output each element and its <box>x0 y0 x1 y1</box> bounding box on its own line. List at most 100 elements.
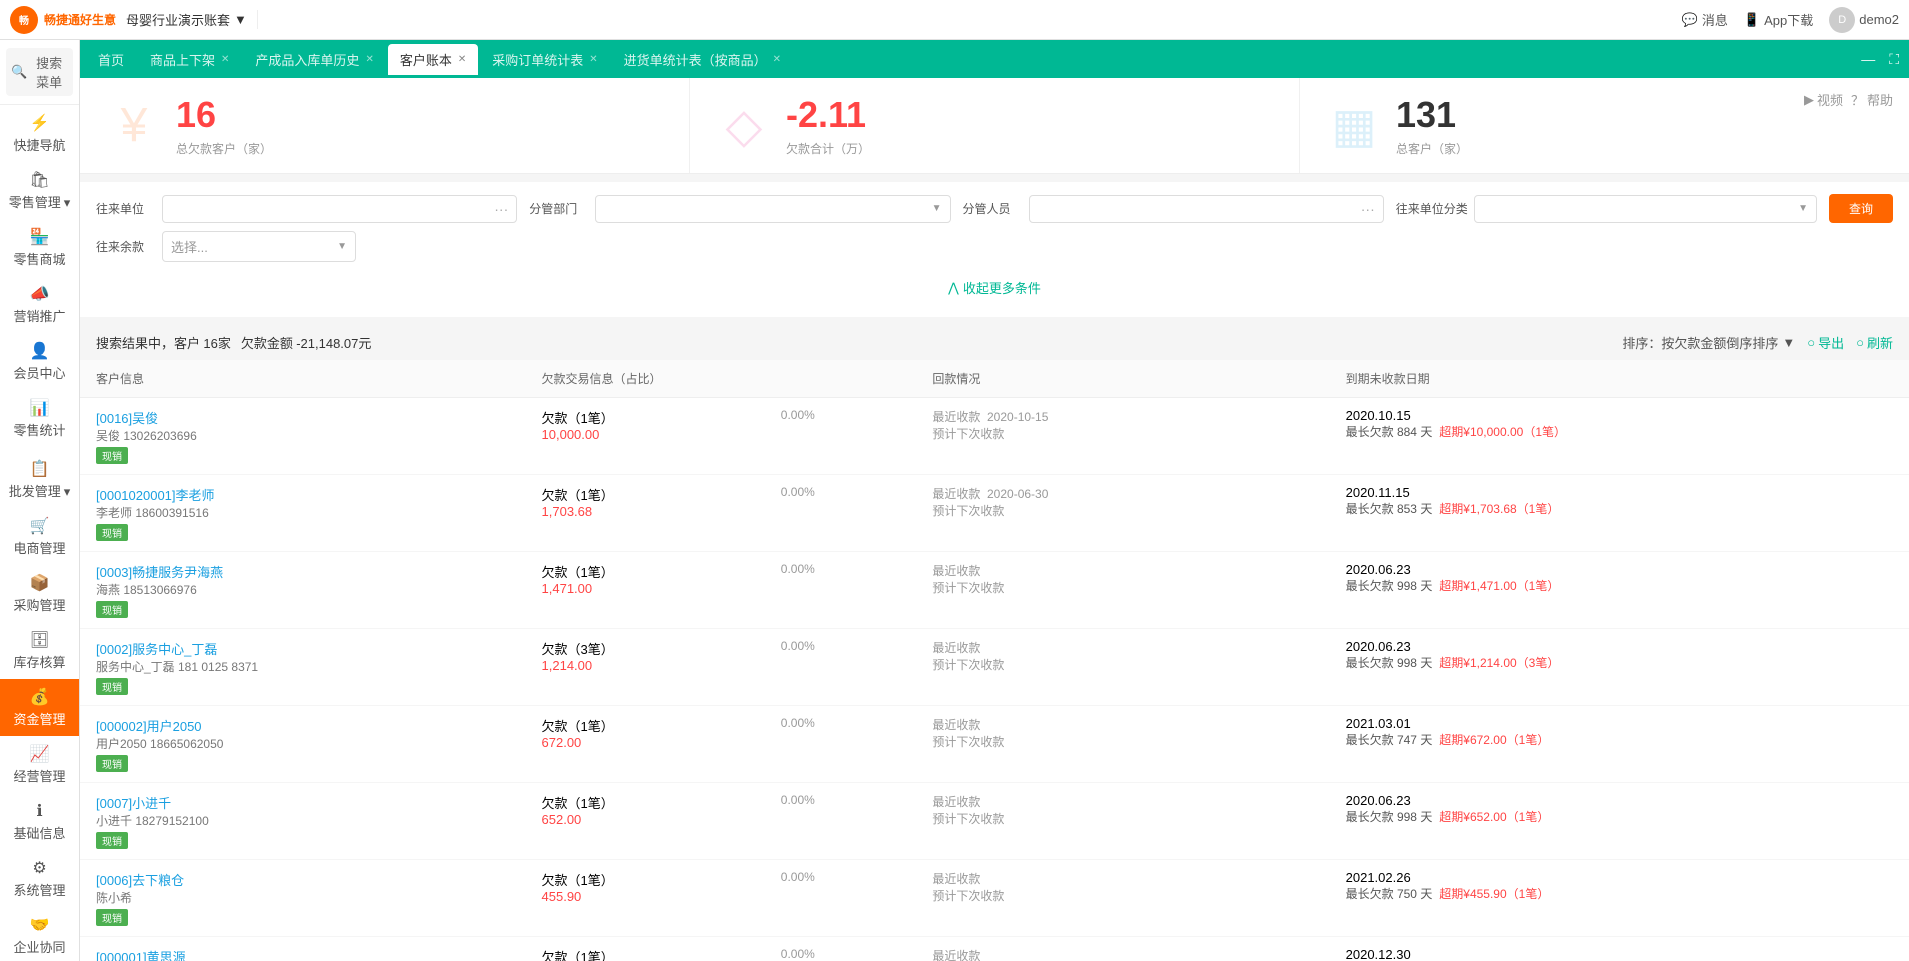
stat-label-owed-total: 欠款合计（万） <box>786 140 870 157</box>
due-date-7: 2020.12.30 <box>1346 947 1893 961</box>
sidebar: 🔍 搜索菜单 ⚡ 快捷导航 🛍 零售管理 ▾ 🏪 零售商城 📣 营销推广 👤 会… <box>0 40 80 961</box>
tab-production-history-close[interactable]: ✕ <box>365 54 373 65</box>
tab-home[interactable]: 首页 <box>86 44 136 75</box>
filter-unit-dots[interactable]: ··· <box>494 201 508 217</box>
finance-label: 资金管理 <box>13 712 65 727</box>
sidebar-item-retail-mall[interactable]: 🏪 零售商城 <box>0 219 79 276</box>
operations-label: 经营管理 <box>13 769 65 784</box>
tab-customer-account[interactable]: 客户账本 ✕ <box>388 44 478 75</box>
filter-unit-input[interactable]: ··· <box>162 195 517 223</box>
sidebar-item-retail-mgmt[interactable]: 🛍 零售管理 ▾ <box>0 162 79 219</box>
overdue-link-4[interactable]: 超期¥672.00（1笔） <box>1439 733 1549 747</box>
filter-category-input[interactable]: ▼ <box>1474 195 1817 223</box>
sidebar-item-finance[interactable]: 💰 资金管理 <box>0 679 79 736</box>
customer-name-link-4[interactable]: [000002]用户2050 <box>96 716 510 735</box>
overdue-link-0[interactable]: 超期¥10,000.00（1笔） <box>1439 425 1566 439</box>
owed-count-2: 欠款（1笔） <box>542 562 749 581</box>
table-row: [0001020001]李老师 李老师 18600391516 现销 欠款（1笔… <box>80 475 1909 552</box>
avatar: D <box>1829 7 1855 33</box>
overdue-link-1[interactable]: 超期¥1,703.68（1笔） <box>1439 502 1559 516</box>
customer-tag-2: 现销 <box>96 601 128 618</box>
main-layout: 🔍 搜索菜单 ⚡ 快捷导航 🛍 零售管理 ▾ 🏪 零售商城 📣 营销推广 👤 会… <box>0 40 1909 961</box>
sidebar-item-purchase[interactable]: 📦 采购管理 <box>0 565 79 622</box>
overdue-link-2[interactable]: 超期¥1,471.00（1笔） <box>1439 579 1559 593</box>
sidebar-item-batch-mgmt[interactable]: 📋 批发管理 ▾ <box>0 451 79 508</box>
user-profile[interactable]: D demo2 <box>1829 7 1899 33</box>
tab-customer-account-close[interactable]: ✕ <box>458 54 466 65</box>
results-header: 搜索结果中，客户 16家 欠款金额 -21,148.07元 排序：按欠款金额倒序… <box>80 325 1909 360</box>
sort-label: 排序：按欠款金额倒序排序 <box>1622 333 1778 352</box>
sidebar-item-ecommerce[interactable]: 🛒 电商管理 <box>0 508 79 565</box>
overdue-info-0: 最长欠款 884 天 超期¥10,000.00（1笔） <box>1346 423 1893 440</box>
tab-purchase-stats-close[interactable]: ✕ <box>589 54 597 65</box>
customer-name-link-2[interactable]: [0003]畅捷服务尹海燕 <box>96 562 510 581</box>
help-button[interactable]: ？ 帮助 <box>1851 90 1893 109</box>
collapse-icon: ⋀ <box>948 280 959 296</box>
sidebar-item-inventory[interactable]: 🗄 库存核算 <box>0 622 79 679</box>
cell-overdue-5: 2020.06.23 最长欠款 998 天 超期¥652.00（1笔） <box>1330 783 1909 860</box>
export-button[interactable]: ○ 导出 <box>1807 333 1844 352</box>
customer-name-link-6[interactable]: [0006]去下粮仓 <box>96 870 510 889</box>
sidebar-item-quick-nav[interactable]: ⚡ 快捷导航 <box>0 105 79 162</box>
app-download-button[interactable]: 📱 App下载 <box>1744 10 1813 29</box>
store-selector[interactable]: 母婴行业演示账套 ▼ <box>116 10 258 29</box>
table-body: [0016]吴俊 吴俊 13026203696 现销 欠款（1笔） 10,000… <box>80 398 1909 961</box>
collapse-button[interactable]: ⋀ 收起更多条件 <box>940 274 1049 301</box>
customer-name-link-0[interactable]: [0016]吴俊 <box>96 408 510 427</box>
sidebar-item-enterprise[interactable]: 🤝 企业协同 <box>0 907 79 961</box>
overdue-link-6[interactable]: 超期¥455.90（1笔） <box>1439 887 1549 901</box>
filter-person-dots[interactable]: ··· <box>1361 201 1375 217</box>
overdue-days-0: 最长欠款 884 天 <box>1346 425 1436 439</box>
tabs-expand-button[interactable]: ⛶ <box>1885 49 1903 70</box>
sidebar-item-retail-stats[interactable]: 📊 零售统计 <box>0 390 79 447</box>
customer-name-link-3[interactable]: [0002]服务中心_丁磊 <box>96 639 510 658</box>
sidebar-search-area: 🔍 搜索菜单 <box>0 40 79 105</box>
tab-product-shelf[interactable]: 商品上下架 ✕ <box>138 44 241 75</box>
recent-label-0: 最近收款 2020-10-15 <box>932 408 1240 425</box>
export-label: 导出 <box>1818 333 1844 352</box>
overdue-info-3: 最长欠款 998 天 超期¥1,214.00（3笔） <box>1346 654 1893 671</box>
customer-name-link-7[interactable]: [000001]黄思源 <box>96 947 510 961</box>
sidebar-item-basic-info[interactable]: ℹ 基础信息 <box>0 793 79 850</box>
overdue-link-3[interactable]: 超期¥1,214.00（3笔） <box>1439 656 1559 670</box>
filter-balance-placeholder: 选择... <box>171 237 208 256</box>
data-table: 客户信息 欠款交易信息（占比） 回款情况 到期未收款日期 [0016]吴俊 吴俊… <box>80 360 1909 961</box>
filter-balance-input[interactable]: 选择... ▼ <box>162 231 356 262</box>
query-button[interactable]: 查询 <box>1829 194 1893 223</box>
filter-person-input[interactable]: ··· <box>1029 195 1384 223</box>
customer-tag-5: 现销 <box>96 832 128 849</box>
tab-production-history-label: 产成品入库单历史 <box>255 50 359 69</box>
tab-production-history[interactable]: 产成品入库单历史 ✕ <box>243 44 385 75</box>
sidebar-item-member[interactable]: 👤 会员中心 <box>0 333 79 390</box>
quick-nav-icon: ⚡ <box>4 113 75 133</box>
message-button[interactable]: 💬 消息 <box>1682 10 1728 29</box>
cell-owed-pct-0: 0.00% <box>765 398 917 475</box>
tab-purchase-stats[interactable]: 采购订单统计表 ✕ <box>480 44 609 75</box>
tabs-collapse-button[interactable]: — <box>1857 49 1879 69</box>
system-label: 系统管理 <box>13 883 65 898</box>
logo-area: 畅 畅捷通好生意 <box>10 6 116 34</box>
overdue-info-5: 最长欠款 998 天 超期¥652.00（1笔） <box>1346 808 1893 825</box>
sidebar-item-operations[interactable]: 📈 经营管理 <box>0 736 79 793</box>
sort-selector[interactable]: 排序：按欠款金额倒序排序 ▼ <box>1622 333 1795 352</box>
sidebar-item-system[interactable]: ⚙ 系统管理 <box>0 850 79 907</box>
refresh-button[interactable]: ○ 刷新 <box>1856 333 1893 352</box>
search-menu-button[interactable]: 🔍 搜索菜单 <box>6 48 73 96</box>
filter-dept-input[interactable]: ▼ <box>595 195 950 223</box>
sidebar-item-marketing[interactable]: 📣 营销推广 <box>0 276 79 333</box>
table-header-row: 客户信息 欠款交易信息（占比） 回款情况 到期未收款日期 <box>80 360 1909 398</box>
customer-name-link-1[interactable]: [0001020001]李老师 <box>96 485 510 504</box>
overdue-link-5[interactable]: 超期¥652.00（1笔） <box>1439 810 1549 824</box>
cell-repay-empty-3 <box>1256 629 1329 706</box>
customer-name-link-5[interactable]: [0007]小进千 <box>96 793 510 812</box>
video-helper-button[interactable]: ▶ 视频 <box>1804 90 1843 109</box>
basic-info-label: 基础信息 <box>13 826 65 841</box>
tab-purchase-product-stats[interactable]: 进货单统计表（按商品） ✕ <box>612 44 793 75</box>
owed-pct-0: 0.00% <box>781 408 901 422</box>
tab-product-shelf-close[interactable]: ✕ <box>221 54 229 65</box>
stat-icon-total-customers: ▦ <box>1324 96 1384 156</box>
tab-customer-account-label: 客户账本 <box>400 50 452 69</box>
cell-customer-3: [0002]服务中心_丁磊 服务中心_丁磊 181 0125 8371 现销 <box>80 629 526 706</box>
help-icon: ？ <box>1851 90 1864 109</box>
tab-purchase-product-stats-close[interactable]: ✕ <box>773 54 781 65</box>
